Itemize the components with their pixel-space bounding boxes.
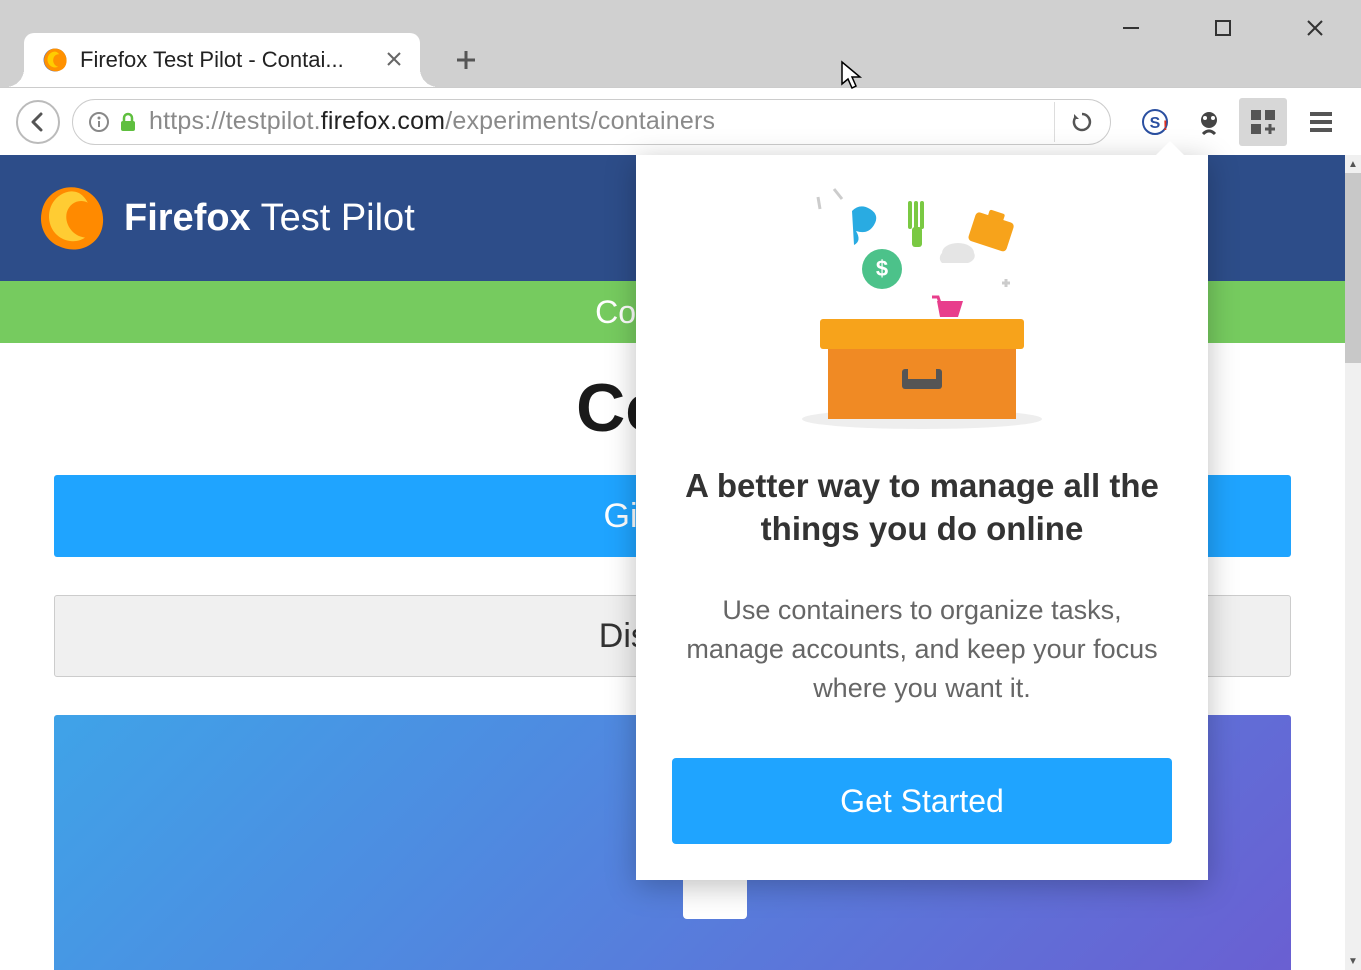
briefcase-icon (967, 206, 1016, 253)
containers-onboarding-popover: $ A better way to manage all the things … (636, 155, 1208, 880)
svg-text:!: ! (1163, 117, 1168, 133)
site-identity[interactable] (89, 112, 137, 132)
popover-heading: A better way to manage all the things yo… (672, 465, 1172, 551)
back-button[interactable] (16, 100, 60, 144)
cloud-icon (940, 243, 975, 263)
window-minimize-button[interactable] (1085, 0, 1177, 56)
get-started-button[interactable]: Get Started (672, 758, 1172, 844)
info-icon (89, 112, 109, 132)
url-text: https://testpilot.firefox.com/experiment… (149, 107, 715, 136)
lock-icon (119, 112, 137, 132)
url-bar[interactable]: https://testpilot.firefox.com/experiment… (72, 99, 1111, 145)
firefox-favicon-icon (42, 47, 68, 73)
mouse-cursor-icon (840, 60, 864, 90)
scroll-down-arrow[interactable]: ▼ (1345, 952, 1361, 970)
scroll-up-arrow[interactable]: ▲ (1345, 155, 1361, 173)
toolbar-extension-area: S! (1131, 98, 1345, 146)
firefox-logo-icon (36, 183, 106, 253)
tab-close-button[interactable] (386, 47, 402, 73)
containers-toolbar-button[interactable] (1239, 98, 1287, 146)
popover-body: Use containers to organize tasks, manage… (672, 591, 1172, 708)
extension-icon-2[interactable] (1185, 98, 1233, 146)
brand[interactable]: Firefox Test Pilot (36, 183, 415, 253)
fork-icon (908, 201, 924, 247)
new-tab-button[interactable] (448, 42, 484, 78)
tab-active[interactable]: Firefox Test Pilot - Contai... (24, 33, 420, 87)
scrollbar-thumb[interactable] (1345, 173, 1361, 363)
tab-strip: Firefox Test Pilot - Contai... (24, 33, 484, 87)
svg-text:S: S (1150, 115, 1161, 132)
hamburger-menu-button[interactable] (1297, 98, 1345, 146)
window-close-button[interactable] (1269, 0, 1361, 56)
bird-icon (852, 206, 876, 245)
brand-title: Firefox Test Pilot (124, 197, 415, 240)
tab-title: Firefox Test Pilot - Contai... (80, 47, 378, 73)
reload-button[interactable] (1054, 102, 1094, 142)
popover-illustration: $ (672, 183, 1172, 433)
window-maximize-button[interactable] (1177, 0, 1269, 56)
svg-text:$: $ (876, 256, 888, 281)
window-controls (1085, 0, 1361, 56)
vertical-scrollbar[interactable]: ▲ ▼ (1345, 155, 1361, 970)
extension-icon-1[interactable]: S! (1131, 98, 1179, 146)
